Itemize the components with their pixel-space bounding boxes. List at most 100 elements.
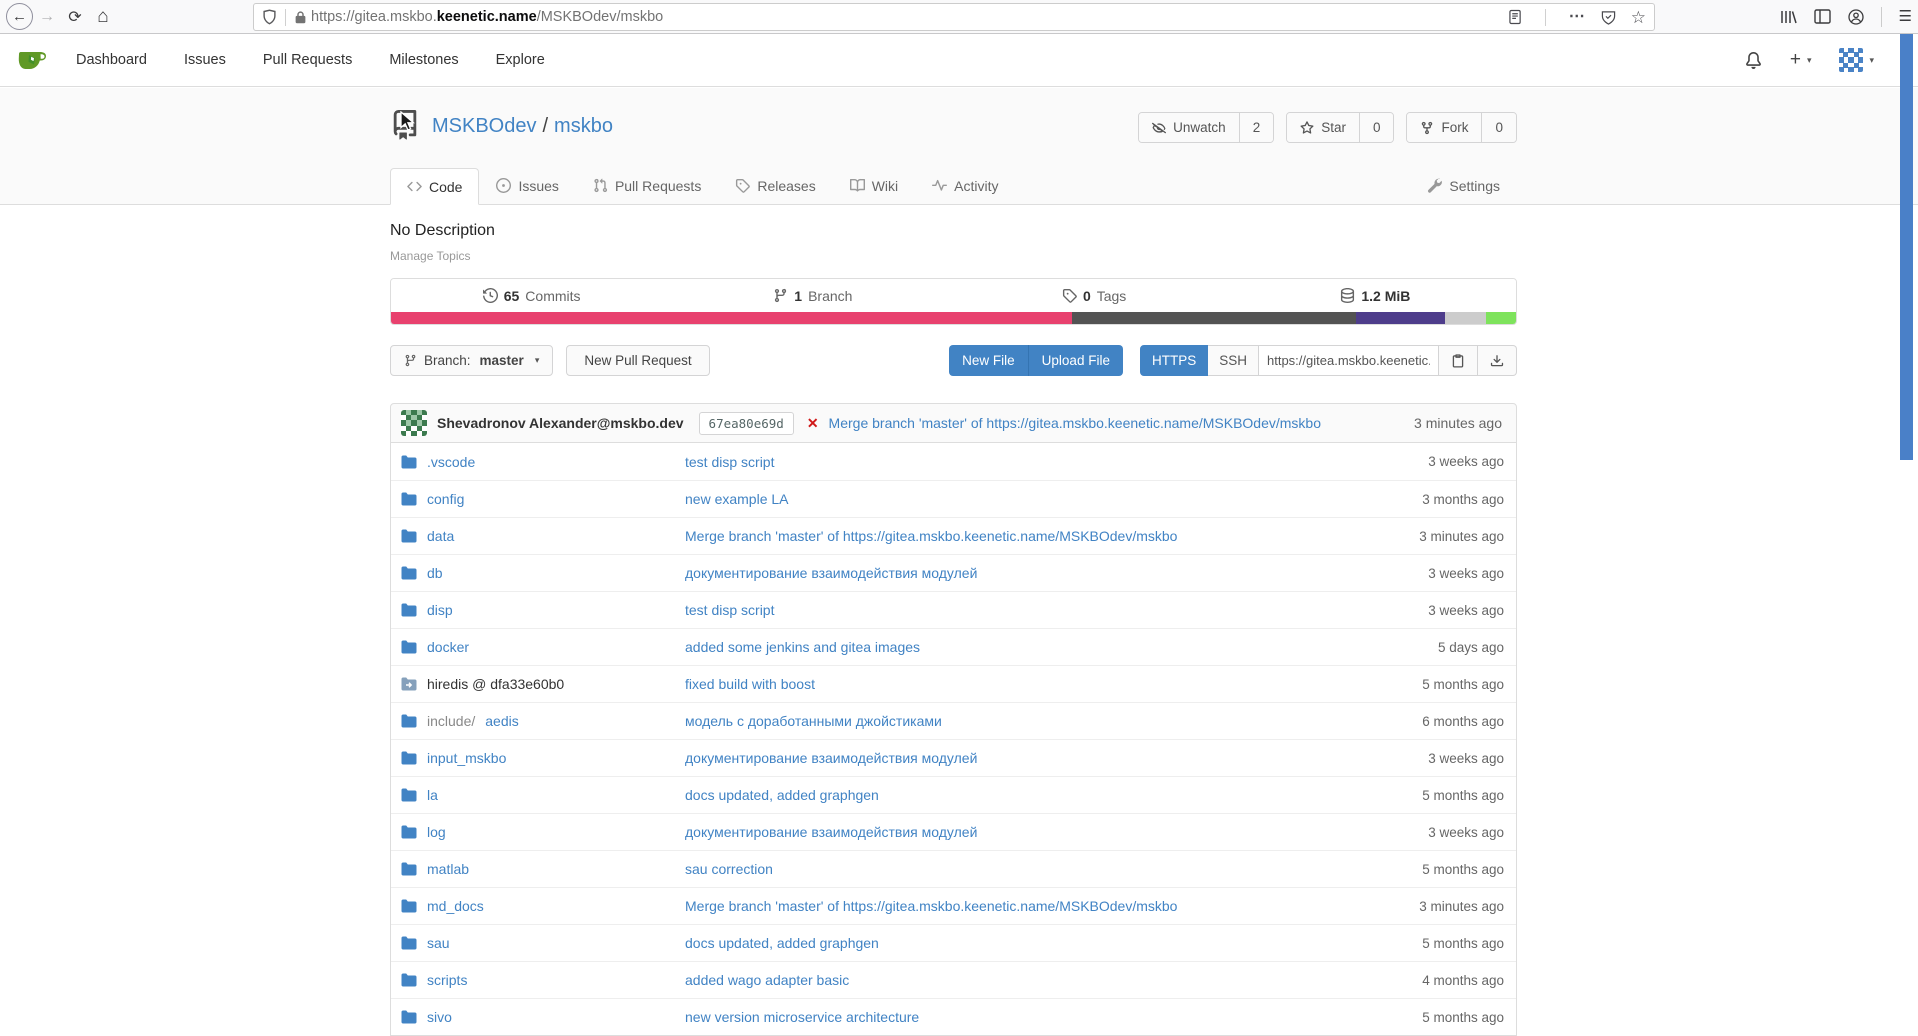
url-bar[interactable]: https://gitea.mskbo.keenetic.name/MSKBOd… (253, 3, 1655, 31)
ci-status-failed-icon[interactable]: ✕ (807, 415, 819, 432)
file-commit-message-link[interactable]: test disp script (685, 454, 774, 470)
tab-label-wiki: Wiki (871, 177, 899, 194)
tab-releases[interactable]: Releases (718, 167, 832, 204)
repo-description: No Description (390, 222, 495, 239)
clone-url-input[interactable] (1259, 345, 1439, 376)
repo-name-link[interactable]: mskbo (554, 115, 613, 137)
file-link-sivo[interactable]: sivo (427, 1009, 452, 1025)
fork-button[interactable]: Fork (1407, 113, 1482, 142)
file-commit-message-link[interactable]: Merge branch 'master' of https://gitea.m… (685, 528, 1177, 544)
tab-wiki[interactable]: Wiki (833, 167, 915, 204)
stat-commits[interactable]: 65 Commits (391, 279, 672, 312)
repo-title-separator: / (542, 114, 549, 137)
branch-selector[interactable]: Branch: master ▾ (390, 345, 554, 376)
file-link-matlab[interactable]: matlab (427, 861, 469, 877)
file-link-disp[interactable]: disp (427, 602, 453, 618)
file-commit-message-link[interactable]: new example LA (685, 491, 789, 507)
unwatch-button[interactable]: Unwatch (1139, 113, 1239, 142)
https-clone-button[interactable]: HTTPS (1139, 345, 1209, 376)
file-link-input-mskbo[interactable]: input_mskbo (427, 750, 506, 766)
file-prefix-link[interactable]: include/ (427, 713, 475, 729)
file-commit-message-link[interactable]: fixed build with boost (685, 676, 815, 692)
file-commit-message-link[interactable]: документирование взаимодействия модулей (685, 750, 977, 766)
page-scrollbar[interactable] (1900, 34, 1913, 460)
manage-topics-link[interactable]: Manage Topics (390, 249, 471, 263)
user-menu[interactable]: ▾ (1839, 48, 1874, 72)
tab-settings[interactable]: Settings (1410, 167, 1517, 204)
file-commit-message-link[interactable]: test disp script (685, 602, 774, 618)
bookmark-star-icon[interactable]: ☆ (1631, 9, 1646, 26)
file-link-md-docs[interactable]: md_docs (427, 898, 484, 914)
menu-icon[interactable]: ☰ (1899, 9, 1912, 24)
file-commit-message-link[interactable]: docs updated, added graphgen (685, 787, 879, 803)
browser-forward-button[interactable]: → (33, 3, 61, 31)
create-new-button[interactable]: + ▾ (1790, 49, 1812, 71)
nav-link-dashboard[interactable]: Dashboard (76, 52, 147, 68)
file-commit-message-link[interactable]: документирование взаимодействия модулей (685, 565, 977, 581)
lock-icon[interactable] (294, 10, 307, 25)
tab-label-issues: Issues (518, 177, 559, 194)
pocket-icon[interactable] (1601, 10, 1616, 25)
tab-issues[interactable]: Issues (479, 167, 575, 204)
file-link-docker[interactable]: docker (427, 639, 469, 655)
commit-message-link[interactable]: Merge branch 'master' of https://gitea.m… (829, 415, 1321, 431)
download-button[interactable] (1478, 345, 1517, 376)
star-count[interactable]: 0 (1358, 113, 1394, 142)
unwatch-count[interactable]: 2 (1238, 113, 1274, 142)
library-icon[interactable] (1780, 9, 1797, 25)
browser-reload-button[interactable]: ⟳ (61, 3, 89, 31)
nav-link-milestones[interactable]: Milestones (389, 52, 458, 68)
nav-link-pull-requests[interactable]: Pull Requests (263, 52, 352, 68)
file-commit-message-link[interactable]: Merge branch 'master' of https://gitea.m… (685, 898, 1177, 914)
browser-home-button[interactable]: ⌂ (89, 3, 117, 31)
file-link-sau[interactable]: sau (427, 935, 450, 951)
browser-back-button[interactable]: ← (6, 3, 33, 30)
file-commit-message-link[interactable]: sau correction (685, 861, 773, 877)
file-commit-message-link[interactable]: документирование взаимодействия модулей (685, 824, 977, 840)
new-pull-request-button[interactable]: New Pull Request (566, 345, 710, 376)
file-link-vscode[interactable]: .vscode (427, 454, 475, 470)
ssh-clone-button[interactable]: SSH (1208, 345, 1259, 376)
stat-size[interactable]: 1.2 MiB (1235, 279, 1516, 312)
sidebars-icon[interactable] (1813, 9, 1831, 24)
stat-tags[interactable]: 0 Tags (954, 279, 1235, 312)
nav-link-explore[interactable]: Explore (496, 52, 545, 68)
stat-label: Commits (525, 287, 581, 304)
file-commit-message-link[interactable]: added wago adapter basic (685, 972, 849, 988)
file-link-config[interactable]: config (427, 491, 464, 507)
star-button[interactable]: Star (1287, 113, 1359, 142)
gitea-logo-icon[interactable] (16, 45, 50, 75)
tracking-shield-icon[interactable] (262, 9, 277, 25)
tab-activity[interactable]: Activity (915, 167, 1015, 204)
reader-mode-icon[interactable] (1509, 9, 1522, 25)
commit-author-avatar[interactable] (401, 410, 427, 436)
file-commit-message-link[interactable]: модель с доработанными джойстиками (685, 713, 942, 729)
database-icon (1340, 288, 1355, 303)
commit-sha-link[interactable]: 67ea80e69d (698, 411, 794, 435)
commit-author: Shevadronov Alexander@mskbo.dev (437, 415, 684, 431)
fork-count[interactable]: 0 (1481, 113, 1516, 142)
file-link-aedis[interactable]: aedis (485, 713, 518, 729)
file-commit-message-link[interactable]: new version microservice architecture (685, 1009, 919, 1025)
file-link-data[interactable]: data (427, 528, 454, 544)
tab-code[interactable]: Code (390, 168, 480, 205)
file-link-db[interactable]: db (427, 565, 443, 581)
file-commit-message-link[interactable]: docs updated, added graphgen (685, 935, 879, 951)
file-link-log[interactable]: log (427, 824, 446, 840)
file-name-cell: db (391, 565, 685, 581)
account-icon[interactable] (1847, 8, 1864, 25)
notifications-bell-icon[interactable] (1745, 51, 1762, 69)
stat-branch[interactable]: 1 Branch (672, 279, 953, 312)
file-commit-time: 5 days ago (1437, 639, 1504, 655)
tab-pull-requests[interactable]: Pull Requests (576, 167, 718, 204)
file-link-la[interactable]: la (427, 787, 438, 803)
file-row-sivo: sivo new version microservice architectur… (391, 998, 1516, 1035)
upload-file-button[interactable]: Upload File (1027, 345, 1123, 376)
repo-owner-link[interactable]: MSKBOdev (432, 115, 536, 137)
file-link-scripts[interactable]: scripts (427, 972, 467, 988)
nav-link-issues[interactable]: Issues (184, 52, 226, 68)
copy-url-button[interactable] (1439, 345, 1478, 376)
new-file-button[interactable]: New File (949, 345, 1028, 376)
page-actions-icon[interactable]: ⋯ (1569, 9, 1586, 25)
file-commit-message-link[interactable]: added some jenkins and gitea images (685, 639, 920, 655)
